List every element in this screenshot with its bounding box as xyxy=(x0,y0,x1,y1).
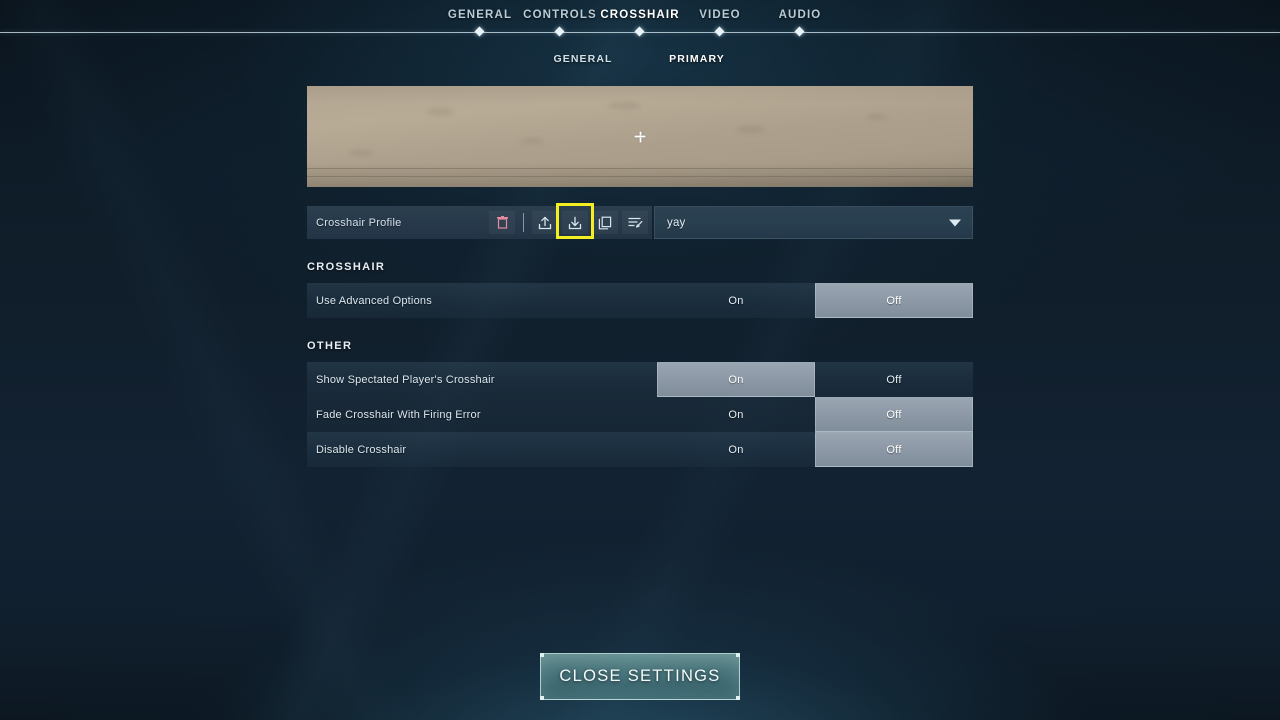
nav-tab-controls[interactable]: CONTROLS xyxy=(520,9,600,21)
section-title-crosshair: CROSSHAIR xyxy=(307,261,386,273)
table-row: Use Advanced Options On Off xyxy=(307,283,973,318)
toggle-group: On Off xyxy=(657,432,973,467)
toggle-option-off[interactable]: Off xyxy=(815,283,973,318)
crosshair-profile-dropdown[interactable]: yay xyxy=(654,206,973,239)
crosshair-profile-row: Crosshair Profile yay xyxy=(307,203,973,239)
nav-tab-audio[interactable]: AUDIO xyxy=(760,9,840,21)
setting-label: Fade Crosshair With Firing Error xyxy=(316,408,481,421)
toggle-option-off[interactable]: Off xyxy=(815,432,973,467)
subnav-tab-general[interactable]: GENERAL xyxy=(553,53,612,65)
toggle-option-off[interactable]: Off xyxy=(815,397,973,432)
profile-icon-group xyxy=(489,203,648,239)
setting-label: Disable Crosshair xyxy=(316,443,407,456)
delete-icon[interactable] xyxy=(489,211,515,234)
subnav-tab-primary[interactable]: PRIMARY xyxy=(669,53,725,65)
toolbar-divider xyxy=(523,213,524,232)
nav-diamond-controls xyxy=(554,26,564,37)
profile-label: Crosshair Profile xyxy=(316,216,402,229)
section-title-other: OTHER xyxy=(307,340,353,352)
rename-icon[interactable] xyxy=(622,211,648,234)
close-settings-button[interactable]: CLOSE SETTINGS xyxy=(540,653,740,700)
toggle-option-on[interactable]: On xyxy=(657,362,815,397)
crosshair-glyph xyxy=(634,131,646,142)
toggle-option-on[interactable]: On xyxy=(657,283,815,318)
nav-diamond-crosshair xyxy=(634,26,644,37)
corner-mark xyxy=(540,653,544,657)
crosshair-preview xyxy=(307,86,973,187)
setting-label: Show Spectated Player's Crosshair xyxy=(316,373,495,386)
nav-tab-video[interactable]: VIDEO xyxy=(680,9,760,21)
table-row: Fade Crosshair With Firing Error On Off xyxy=(307,397,973,432)
settings-row-group: Show Spectated Player's Crosshair On Off Fa… xyxy=(307,362,973,467)
corner-mark xyxy=(736,653,740,657)
profile-selected-value: yay xyxy=(667,216,686,229)
footer: CLOSE SETTINGS xyxy=(0,653,1280,700)
table-row: Show Spectated Player's Crosshair On Off xyxy=(307,362,973,397)
export-icon[interactable] xyxy=(532,211,558,234)
import-icon[interactable] xyxy=(562,211,588,234)
toggle-group: On Off xyxy=(657,362,973,397)
close-settings-label: CLOSE SETTINGS xyxy=(559,667,721,685)
table-row: Disable Crosshair On Off xyxy=(307,432,973,467)
duplicate-icon[interactable] xyxy=(592,211,618,234)
nav-tab-general[interactable]: GENERAL xyxy=(440,9,520,21)
profile-toolbar: Crosshair Profile xyxy=(307,203,652,239)
nav-diamond-general xyxy=(474,26,484,37)
settings-sections: CROSSHAIR Use Advanced Options On Off OTHER S… xyxy=(307,261,973,467)
valorant-settings-screen: GENERAL CONTROLS CROSSHAIR VIDEO AUDIO GENER… xyxy=(0,0,1280,720)
toggle-group: On Off xyxy=(657,283,973,318)
settings-panel: Crosshair Profile yay CROSSHAIR Use Adva… xyxy=(307,86,973,467)
sub-navigation: GENERAL PRIMARY xyxy=(0,53,1280,69)
toggle-group: On Off xyxy=(657,397,973,432)
top-navigation: GENERAL CONTROLS CROSSHAIR VIDEO AUDIO xyxy=(0,0,1280,37)
nav-tab-crosshair[interactable]: CROSSHAIR xyxy=(600,9,680,21)
corner-mark xyxy=(540,696,544,700)
nav-diamond-audio xyxy=(794,26,804,37)
nav-tab-list: GENERAL CONTROLS CROSSHAIR VIDEO AUDIO xyxy=(0,9,1280,21)
toggle-option-on[interactable]: On xyxy=(657,432,815,467)
corner-mark xyxy=(736,696,740,700)
import-icon-wrapper xyxy=(556,203,594,239)
toggle-option-off[interactable]: Off xyxy=(815,362,973,397)
chevron-down-icon xyxy=(949,219,961,226)
nav-diamond-video xyxy=(714,26,724,37)
setting-label: Use Advanced Options xyxy=(316,294,432,307)
toggle-option-on[interactable]: On xyxy=(657,397,815,432)
settings-row-group: Use Advanced Options On Off xyxy=(307,283,973,318)
